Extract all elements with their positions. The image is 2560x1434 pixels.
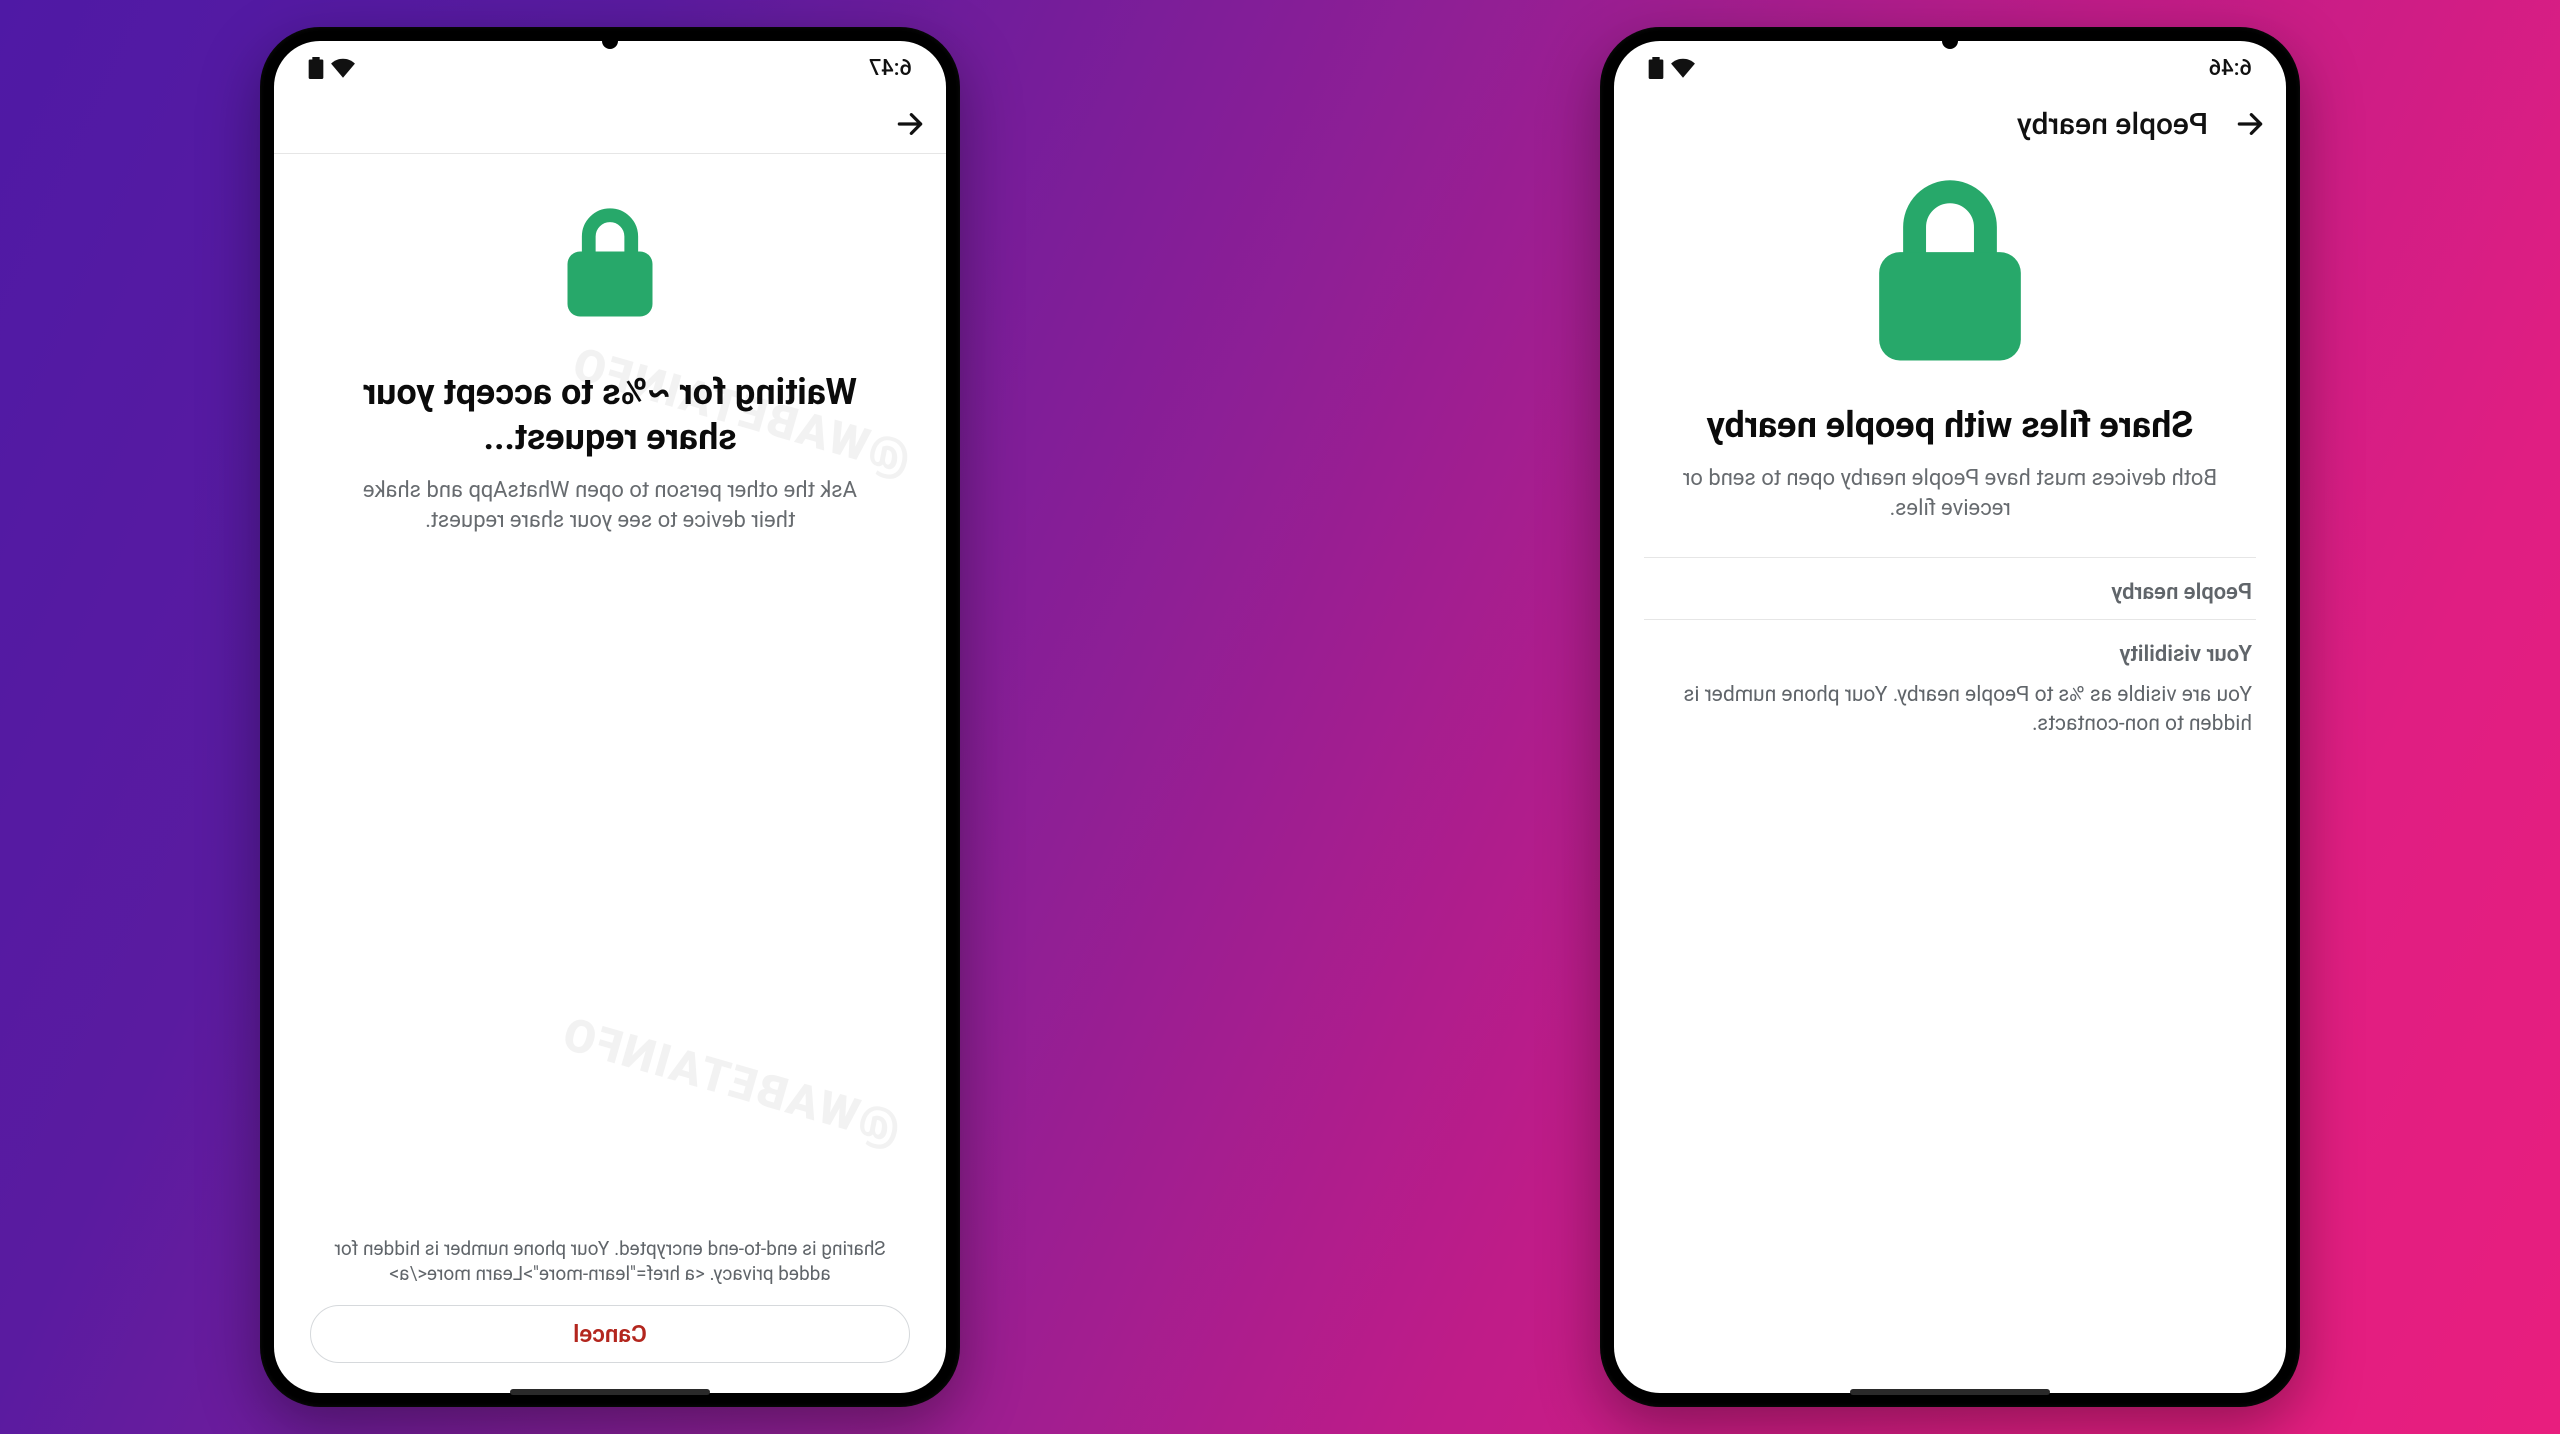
section-list: People nearby Your visibility You are vi… <box>1644 557 2256 762</box>
screen-left: 6:47 @WABETAINFO @WABETAINFO <box>274 41 946 1393</box>
wifi-icon <box>1670 58 1696 78</box>
back-icon[interactable] <box>2234 108 2266 140</box>
subtext: Ask the other person to open WhatsApp an… <box>304 476 916 535</box>
cancel-button-label: Cancel <box>573 1320 647 1348</box>
section-header: Your visibility <box>1644 620 2256 681</box>
lock-illustration <box>304 154 916 324</box>
battery-icon <box>1648 57 1664 79</box>
camera-notch <box>1942 33 1958 49</box>
headline-text: Waiting for ~%s to accept your share req… <box>304 370 916 460</box>
footer-encryption-note: Sharing is end-to-end encrypted. Your ph… <box>304 1236 916 1287</box>
back-icon[interactable] <box>894 108 926 140</box>
spacer <box>304 535 916 1235</box>
section-body: You are visible as %s to People nearby. … <box>1644 681 2256 762</box>
status-icons-right <box>1648 57 1696 79</box>
appbar: People nearby <box>1614 95 2286 153</box>
home-indicator[interactable] <box>510 1389 710 1395</box>
headline-text: Share files with people nearby <box>1644 403 2256 448</box>
section-header: People nearby <box>1644 558 2256 619</box>
battery-icon <box>308 57 324 79</box>
gradient-background: 6:47 @WABETAINFO @WABETAINFO <box>0 0 2560 1434</box>
status-icons-right <box>308 57 356 79</box>
screen-right: 6:46 People nearby <box>1614 41 2286 1393</box>
spacer <box>1644 762 2256 1393</box>
lock-icon <box>560 204 660 324</box>
content-area: @WABETAINFO @WABETAINFO Waiting for ~%s … <box>274 154 946 1393</box>
wifi-icon <box>330 58 356 78</box>
section-your-visibility[interactable]: Your visibility You are visible as %s to… <box>1644 620 2256 762</box>
lock-illustration <box>1644 153 2256 373</box>
status-time: 6:46 <box>2209 56 2252 81</box>
status-bar: 6:47 <box>274 41 946 95</box>
status-bar: 6:46 <box>1614 41 2286 95</box>
section-people-nearby[interactable]: People nearby <box>1644 558 2256 619</box>
appbar-title: People nearby <box>2017 107 2208 142</box>
lock-icon <box>1865 173 2035 373</box>
status-time: 6:47 <box>869 56 912 81</box>
phone-left: 6:47 @WABETAINFO @WABETAINFO <box>260 27 960 1407</box>
cancel-button[interactable]: Cancel <box>310 1305 910 1363</box>
subtext: Both devices must have People nearby ope… <box>1644 464 2256 523</box>
content-area: Share files with people nearby Both devi… <box>1614 153 2286 1393</box>
camera-notch <box>602 33 618 49</box>
phone-right: 6:46 People nearby <box>1600 27 2300 1407</box>
appbar <box>274 95 946 153</box>
home-indicator[interactable] <box>1850 1389 2050 1395</box>
